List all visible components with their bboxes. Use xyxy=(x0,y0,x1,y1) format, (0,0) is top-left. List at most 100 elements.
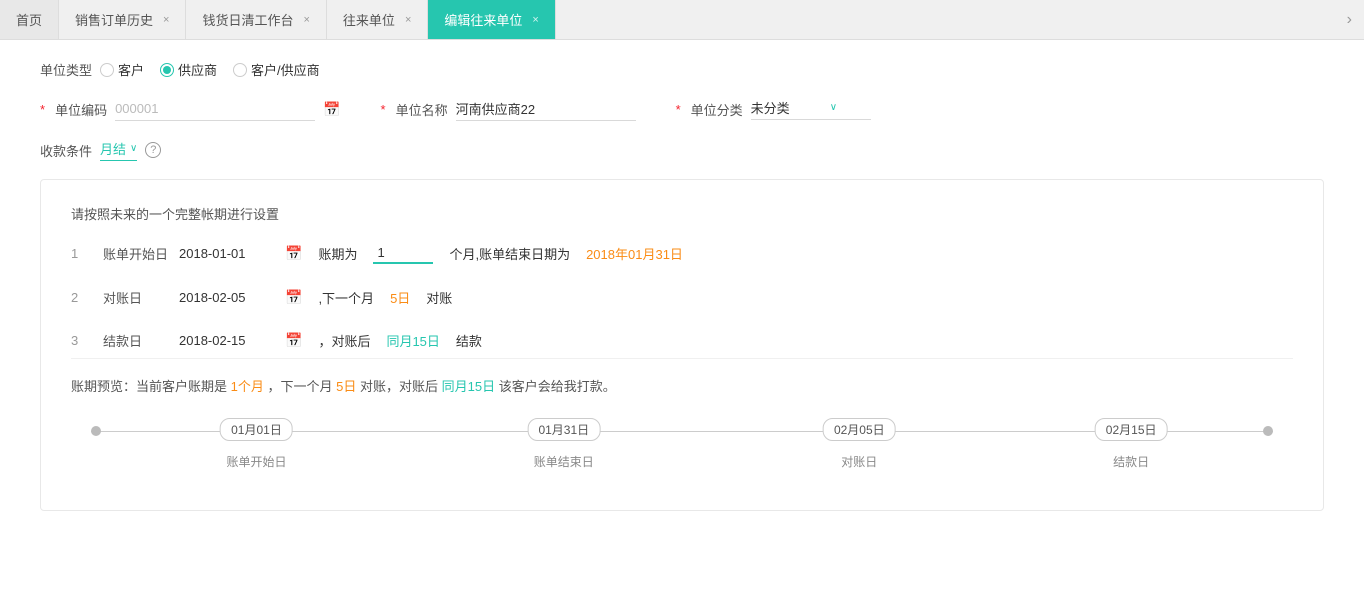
payment-terms-value: 月结 xyxy=(100,139,126,158)
step-1-number: 1 xyxy=(71,246,87,261)
tab-edit-partner[interactable]: 编辑往来单位 × xyxy=(428,0,555,39)
step-3-label: 结款日 xyxy=(103,331,163,350)
payment-terms-select[interactable]: 月结 ∨ xyxy=(100,139,137,161)
unit-name-star: * xyxy=(381,102,386,117)
unit-name-group: * 单位名称 xyxy=(381,97,636,121)
preview-payment-day: 同月15日 xyxy=(442,379,495,394)
step-3-calendar-icon[interactable]: 📅 xyxy=(285,332,302,349)
radio-both[interactable]: 客户/供应商 xyxy=(233,60,320,79)
unit-type-group: 单位类型 客户 供应商 客户/供应商 xyxy=(40,60,320,79)
unit-category-group: * 单位分类 未分类 ∨ xyxy=(676,98,871,120)
step-2-calendar-icon[interactable]: 📅 xyxy=(285,289,302,306)
preview-day: 5日 xyxy=(336,379,356,394)
tab-sales-history[interactable]: 销售订单历史 × xyxy=(59,0,186,39)
unit-code-calendar-icon[interactable]: 📅 xyxy=(323,101,340,118)
radio-supplier-label: 供应商 xyxy=(178,60,217,79)
radio-customer[interactable]: 客户 xyxy=(100,60,144,79)
radio-supplier-circle xyxy=(160,63,174,77)
unit-name-input[interactable] xyxy=(456,97,636,121)
unit-name-label: 单位名称 xyxy=(396,100,448,119)
tab-edit-partner-label: 编辑往来单位 xyxy=(444,10,522,29)
step-3-number: 3 xyxy=(71,333,87,348)
step-3-suffix-highlight: 同月15日 xyxy=(386,331,439,350)
card-divider xyxy=(71,358,1293,359)
timeline-right-dot xyxy=(1263,426,1273,436)
step-3-suffix-post: 结款 xyxy=(456,331,482,350)
step-1-period-label: 账期为 xyxy=(318,244,357,263)
step-1-period-end: 2018年01月31日 xyxy=(586,244,683,263)
tab-partner-close[interactable]: × xyxy=(405,14,411,26)
preview-period: 1个月 xyxy=(231,379,264,394)
preview-section: 账期预览：当前客户账期是 1个月 ，下一个月 5日 对账，对账后 同月15日 该… xyxy=(71,375,1293,398)
tab-sales-history-label: 销售订单历史 xyxy=(75,10,153,29)
tab-cash-work[interactable]: 钱货日清工作台 × xyxy=(186,0,326,39)
tab-home-label: 首页 xyxy=(16,10,42,29)
radio-customer-label: 客户 xyxy=(118,60,144,79)
step-1-period-unit: 个月,账单结束日期为 xyxy=(449,244,570,263)
tab-partner[interactable]: 往来单位 × xyxy=(327,0,428,39)
tab-bar: 首页 销售订单历史 × 钱货日清工作台 × 往来单位 × 编辑往来单位 × › xyxy=(0,0,1364,40)
radio-both-circle xyxy=(233,63,247,77)
timeline-node-1: 01月01日 账单开始日 xyxy=(220,418,293,470)
timeline-node-3: 02月05日 对账日 xyxy=(823,418,896,470)
settings-card: 请按照未来的一个完整帐期进行设置 1 账单开始日 2018-01-01 📅 账期… xyxy=(40,179,1324,511)
timeline-node-3-date: 02月05日 xyxy=(823,418,896,441)
step-2-date: 2018-02-05 xyxy=(179,290,269,305)
unit-category-star: * xyxy=(676,102,681,117)
tab-sales-history-close[interactable]: × xyxy=(163,14,169,26)
payment-terms-chevron-icon: ∨ xyxy=(130,143,137,154)
step-2-suffix-highlight: 5日 xyxy=(390,288,410,307)
step-1-label: 账单开始日 xyxy=(103,244,163,263)
preview-mid2: 对账，对账后 xyxy=(360,379,438,394)
step-3-suffix-pre: ，对账后 xyxy=(318,331,370,350)
timeline-node-2: 01月31日 账单结束日 xyxy=(527,418,600,470)
main-content: 单位类型 客户 供应商 客户/供应商 * 单位编码 xyxy=(0,40,1364,608)
payment-terms-group: 收款条件 月结 ∨ ? xyxy=(40,139,161,161)
step-2-row: 2 对账日 2018-02-05 📅 ,下一个月 5日 对账 xyxy=(71,288,1293,307)
preview-prefix: 账期预览：当前客户账期是 xyxy=(71,379,227,394)
unit-code-input[interactable] xyxy=(115,97,315,121)
radio-supplier[interactable]: 供应商 xyxy=(160,60,217,79)
unit-category-label: 单位分类 xyxy=(691,100,743,119)
tab-edit-partner-close[interactable]: × xyxy=(532,14,538,26)
preview-suffix: 该客户会给我打款。 xyxy=(499,379,616,394)
unit-code-label: 单位编码 xyxy=(55,100,107,119)
tab-cash-work-label: 钱货日清工作台 xyxy=(202,10,293,29)
timeline-node-2-label: 账单结束日 xyxy=(534,453,594,470)
radio-both-label: 客户/供应商 xyxy=(251,60,320,79)
step-1-period-input[interactable] xyxy=(373,243,433,264)
tab-cash-work-close[interactable]: × xyxy=(303,14,309,26)
timeline-node-3-label: 对账日 xyxy=(841,453,877,470)
unit-details-row: * 单位编码 📅 * 单位名称 * 单位分类 未分类 ∨ xyxy=(40,97,1324,121)
unit-type-label: 单位类型 xyxy=(40,60,92,79)
timeline-node-2-date: 01月31日 xyxy=(527,418,600,441)
radio-group: 客户 供应商 客户/供应商 xyxy=(100,60,320,79)
payment-terms-label: 收款条件 xyxy=(40,141,92,160)
step-1-calendar-icon[interactable]: 📅 xyxy=(285,245,302,262)
preview-mid1: ，下一个月 xyxy=(268,379,333,394)
payment-terms-help-icon[interactable]: ? xyxy=(145,142,161,158)
tab-home[interactable]: 首页 xyxy=(0,0,59,39)
timeline-left-dot xyxy=(91,426,101,436)
step-2-suffix-pre: ,下一个月 xyxy=(318,288,374,307)
timeline-node-4-date: 02月15日 xyxy=(1095,418,1168,441)
timeline-node-4: 02月15日 结款日 xyxy=(1095,418,1168,470)
payment-terms-row: 收款条件 月结 ∨ ? xyxy=(40,139,1324,161)
unit-category-select[interactable]: 未分类 ∨ xyxy=(751,98,871,120)
unit-category-value: 未分类 xyxy=(751,98,790,117)
step-1-row: 1 账单开始日 2018-01-01 📅 账期为 个月,账单结束日期为 2018… xyxy=(71,243,1293,264)
unit-code-star: * xyxy=(40,102,45,117)
timeline-node-1-label: 账单开始日 xyxy=(226,453,286,470)
unit-type-row: 单位类型 客户 供应商 客户/供应商 xyxy=(40,60,1324,79)
step-3-row: 3 结款日 2018-02-15 📅 ，对账后 同月15日 结款 xyxy=(71,331,1293,350)
step-2-number: 2 xyxy=(71,290,87,305)
tab-expand-btn[interactable]: › xyxy=(1335,0,1364,39)
step-2-suffix-post: 对账 xyxy=(426,288,452,307)
timeline-node-4-label: 结款日 xyxy=(1113,453,1149,470)
step-3-date: 2018-02-15 xyxy=(179,333,269,348)
timeline: 01月01日 账单开始日 01月31日 账单结束日 02月05日 对账日 02月… xyxy=(71,426,1293,486)
card-title: 请按照未来的一个完整帐期进行设置 xyxy=(71,204,1293,223)
unit-category-chevron-icon: ∨ xyxy=(830,102,837,113)
tab-partner-label: 往来单位 xyxy=(343,10,395,29)
radio-customer-circle xyxy=(100,63,114,77)
